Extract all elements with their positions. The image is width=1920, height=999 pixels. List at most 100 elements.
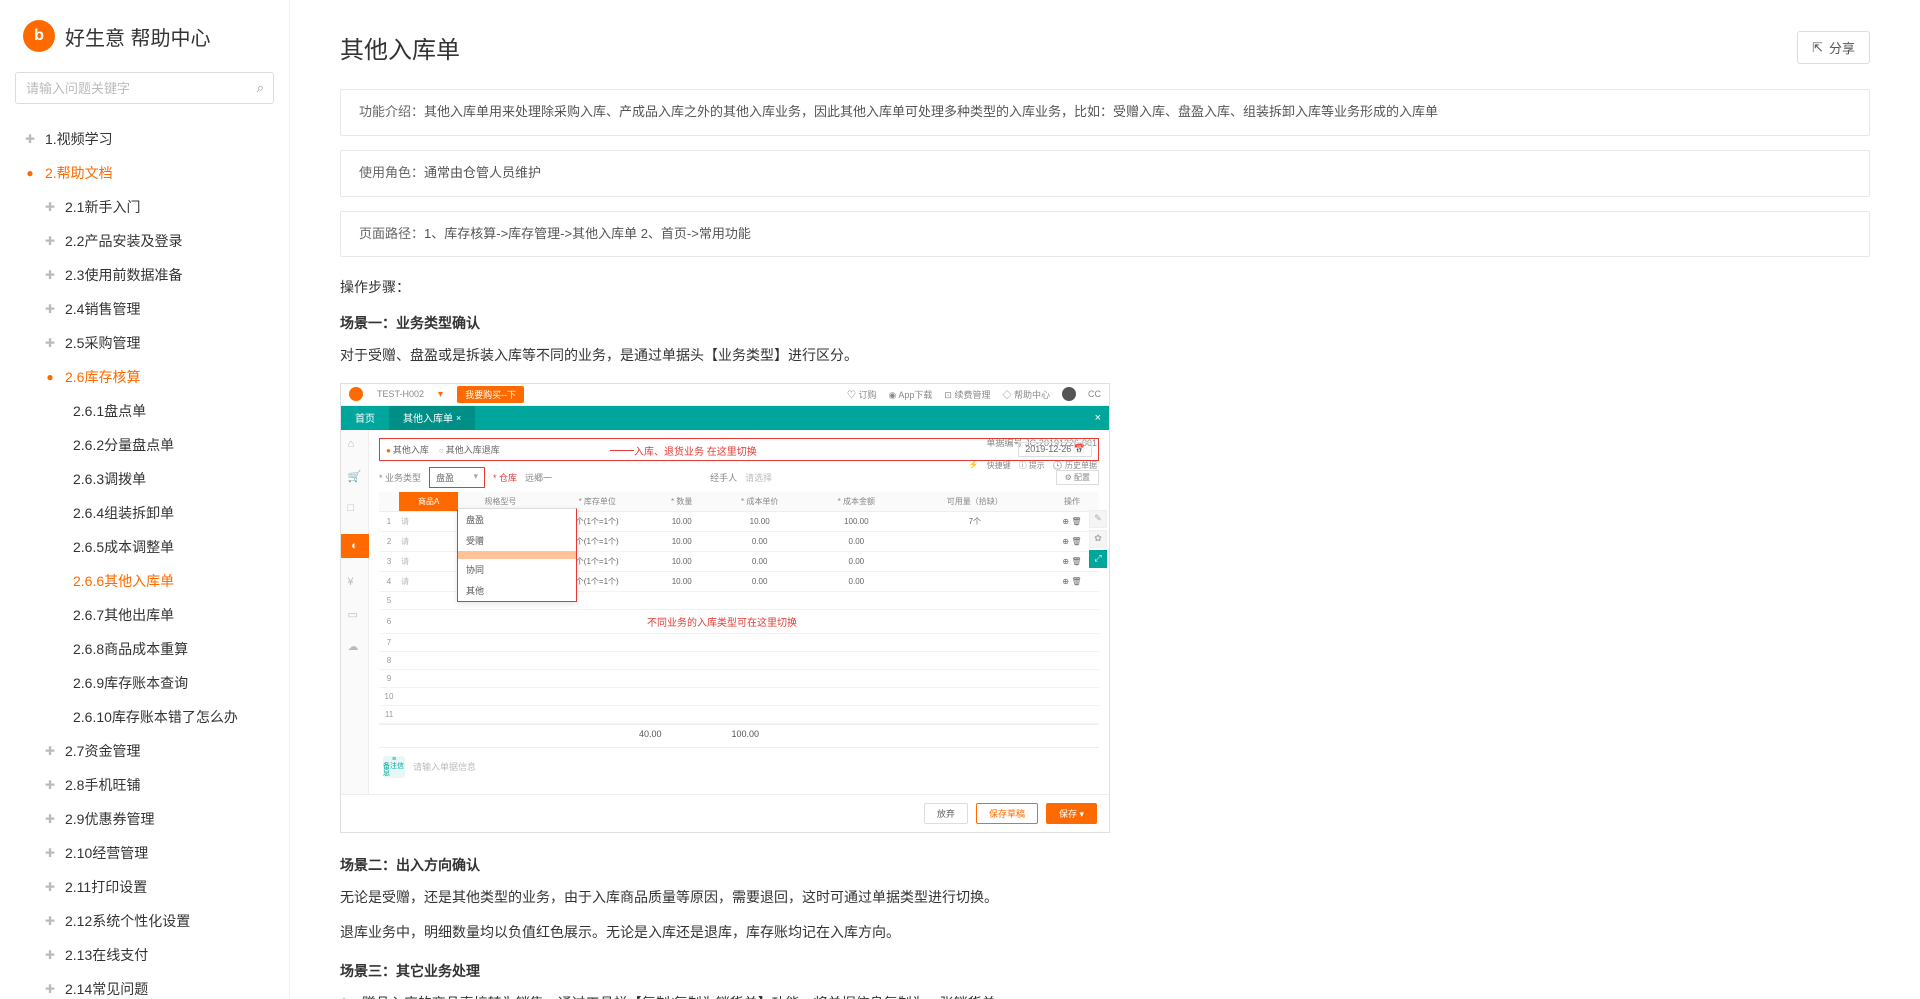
emb-totals: 40.00 100.00	[379, 724, 1099, 743]
nav-2-6-8[interactable]: 2.6.8商品成本重算	[15, 632, 274, 666]
nav-2-2[interactable]: ✚2.2产品安装及登录	[15, 224, 274, 258]
nav-2-5[interactable]: ✚2.5采购管理	[15, 326, 274, 360]
emb-handler-ph: 请选择	[745, 471, 772, 484]
emb-radio-in: 其他入库	[386, 443, 429, 456]
plus-icon: ✚	[43, 200, 57, 214]
emb-drop-item: 其他	[458, 580, 576, 601]
emb-biztype-select: 盘盈 ▾	[429, 467, 485, 488]
emb-save-btn: 保存 ▾	[1046, 803, 1097, 824]
logo-icon: b	[23, 20, 55, 52]
scene2-desc2: 退库业务中，明细数量均以负值红色展示。无论是入库还是退库，库存账均记在入库方向。	[340, 920, 1870, 945]
search-icon[interactable]: ⌕	[257, 80, 264, 96]
emb-date: 2019-12-26 📅	[1018, 442, 1092, 457]
emb-drop-item	[458, 551, 576, 559]
emb-handler-label: 经手人	[710, 471, 737, 484]
nav-2-1[interactable]: ✚2.1新手入门	[15, 190, 274, 224]
nav-2-7[interactable]: ✚2.7资金管理	[15, 734, 274, 768]
emb-warehouse-val: 远郷一	[525, 471, 552, 484]
plus-icon: ✚	[43, 880, 57, 894]
emb-ri-1: ✎	[1089, 510, 1107, 528]
emb-content: 单据编号 JC-20191226-001 ⚡快捷键 ⓘ 提示 🕓 历史单据 其他…	[369, 430, 1109, 794]
plus-icon: ✚	[43, 778, 57, 792]
emb-quick-links: ⚡快捷键 ⓘ 提示 🕓 历史单据	[969, 460, 1097, 471]
plus-icon: ✚	[43, 914, 57, 928]
emb-drop-item: 盘盈	[458, 509, 576, 530]
emb-stock-icon: ◐	[341, 534, 369, 558]
nav-2-13[interactable]: ✚2.13在线支付	[15, 938, 274, 972]
emb-warehouse-label: * 仓库	[493, 471, 517, 484]
scene3-desc: 1、赠品入库的商品直接转为销售。通过工具栏【复制/复制为销货单】功能，将单据信息…	[340, 991, 1870, 999]
nav-2-11[interactable]: ✚2.11打印设置	[15, 870, 274, 904]
nav-2-12[interactable]: ✚2.12系统个性化设置	[15, 904, 274, 938]
emb-remark-icon: ≡备注信息	[383, 756, 405, 778]
page-title: 其他入库单	[340, 30, 460, 65]
nav-help-docs[interactable]: ●2.帮助文档	[15, 156, 274, 190]
nav-2-6-10[interactable]: 2.6.10库存账本错了怎么办	[15, 700, 274, 734]
emb-tab-expand-icon: ×	[1087, 412, 1109, 424]
emb-avatar	[1062, 387, 1076, 401]
logo-text: 好生意 帮助中心	[65, 22, 211, 51]
emb-annotation-1: 入库、退货业务 在这里切换	[610, 443, 757, 458]
info-role: 使用角色：通常由仓管人员维护	[340, 150, 1870, 197]
info-path: 页面路径：1、库存核算->库存管理->其他入库单 2、首页->常用功能	[340, 211, 1870, 258]
plus-icon: ✚	[43, 234, 57, 248]
steps-label: 操作步骤：	[340, 277, 1870, 297]
nav-2-6-3[interactable]: 2.6.3调拨单	[15, 462, 274, 496]
emb-topbar: TEST-H002 ▾ 我要购买--下 ♡ 订购 ◉ App下载 ⊡ 续费管理 …	[341, 384, 1109, 406]
scene2-desc1: 无论是受赠，还是其他类型的业务，由于入库商品质量等原因，需要退回，这时可通过单据…	[340, 885, 1870, 910]
search-input[interactable]	[15, 72, 274, 104]
nav-2-6-4[interactable]: 2.6.4组装拆卸单	[15, 496, 274, 530]
nav-2-6[interactable]: ●2.6库存核算	[15, 360, 274, 394]
plus-icon: ✚	[43, 744, 57, 758]
nav-2-6-7[interactable]: 2.6.7其他出库单	[15, 598, 274, 632]
emb-buy-btn: 我要购买--下	[457, 386, 524, 403]
share-icon: ⇱	[1812, 40, 1823, 56]
emb-box-icon: □	[348, 502, 362, 516]
emb-radio-out: 其他入库退库	[439, 443, 500, 456]
emb-remark-input: 请输入单据信息	[413, 760, 1095, 773]
emb-remark-row: ≡备注信息 请输入单据信息	[379, 747, 1099, 786]
logo: b 好生意 帮助中心	[15, 20, 274, 52]
emb-down-icon: ▾	[438, 389, 443, 400]
share-label: 分享	[1829, 38, 1855, 57]
plus-icon: ✚	[43, 302, 57, 316]
plus-icon: ✚	[43, 812, 57, 826]
nav-2-8[interactable]: ✚2.8手机旺铺	[15, 768, 274, 802]
nav-2-4[interactable]: ✚2.4销售管理	[15, 292, 274, 326]
emb-money-icon: ¥	[348, 576, 362, 590]
nav-2-6-6[interactable]: 2.6.6其他入库单	[15, 564, 274, 598]
emb-doc-type-row: 其他入库 其他入库退库 2019-12-26 📅 入库、退货业务 在这里切换	[379, 438, 1099, 461]
nav-2-14[interactable]: ✚2.14常见问题	[15, 972, 274, 999]
plus-icon: ✚	[43, 948, 57, 962]
emb-right-icons: ✎ ✿ ⤢	[1089, 510, 1109, 568]
scene1-desc: 对于受赠、盘盈或是拆装入库等不同的业务，是通过单据头【业务类型】进行区分。	[340, 343, 1870, 368]
plus-icon: ✚	[43, 982, 57, 996]
share-button[interactable]: ⇱ 分享	[1797, 31, 1870, 64]
emb-annotation-2: 不同业务的入库类型可在这里切换	[647, 618, 797, 629]
nav-2-10[interactable]: ✚2.10经营管理	[15, 836, 274, 870]
nav-2-6-1[interactable]: 2.6.1盘点单	[15, 394, 274, 428]
emb-ri-3: ⤢	[1089, 550, 1107, 568]
scene3-title: 场景三：其它业务处理	[340, 961, 1870, 981]
sidebar: b 好生意 帮助中心 ⌕ ✚1.视频学习 ●2.帮助文档 ✚2.1新手入门 ✚2…	[0, 0, 290, 999]
emb-user: CC	[1088, 389, 1101, 399]
plus-icon: ✚	[43, 268, 57, 282]
emb-drop-item: 受赠	[458, 530, 576, 551]
close-icon: ×	[456, 413, 461, 423]
main-content: 其他入库单 ⇱ 分享 功能介绍：其他入库单用来处理除采购入库、产成品入库之外的其…	[290, 0, 1920, 999]
emb-ri-2: ✿	[1089, 530, 1107, 548]
nav-2-6-2[interactable]: 2.6.2分量盘点单	[15, 428, 274, 462]
emb-logo-icon	[349, 387, 363, 401]
nav-2-6-5[interactable]: 2.6.5成本调整单	[15, 530, 274, 564]
emb-dropdown: 盘盈 受赠 协同 其他	[457, 508, 577, 602]
nav-2-6-9[interactable]: 2.6.9库存账本查询	[15, 666, 274, 700]
emb-code: TEST-H002	[377, 389, 424, 399]
nav-2-9[interactable]: ✚2.9优惠券管理	[15, 802, 274, 836]
emb-cloud-icon: ☁	[348, 640, 362, 654]
emb-setting-btn: ⚙ 配置	[1056, 470, 1099, 485]
nav-2-3[interactable]: ✚2.3使用前数据准备	[15, 258, 274, 292]
nav-video[interactable]: ✚1.视频学习	[15, 122, 274, 156]
emb-help-icon: ◇ 帮助中心	[1002, 388, 1050, 401]
emb-tab-doc: 其他入库单 ×	[389, 406, 475, 430]
emb-xieyi-icon: ⊡ 续费管理	[944, 388, 990, 401]
